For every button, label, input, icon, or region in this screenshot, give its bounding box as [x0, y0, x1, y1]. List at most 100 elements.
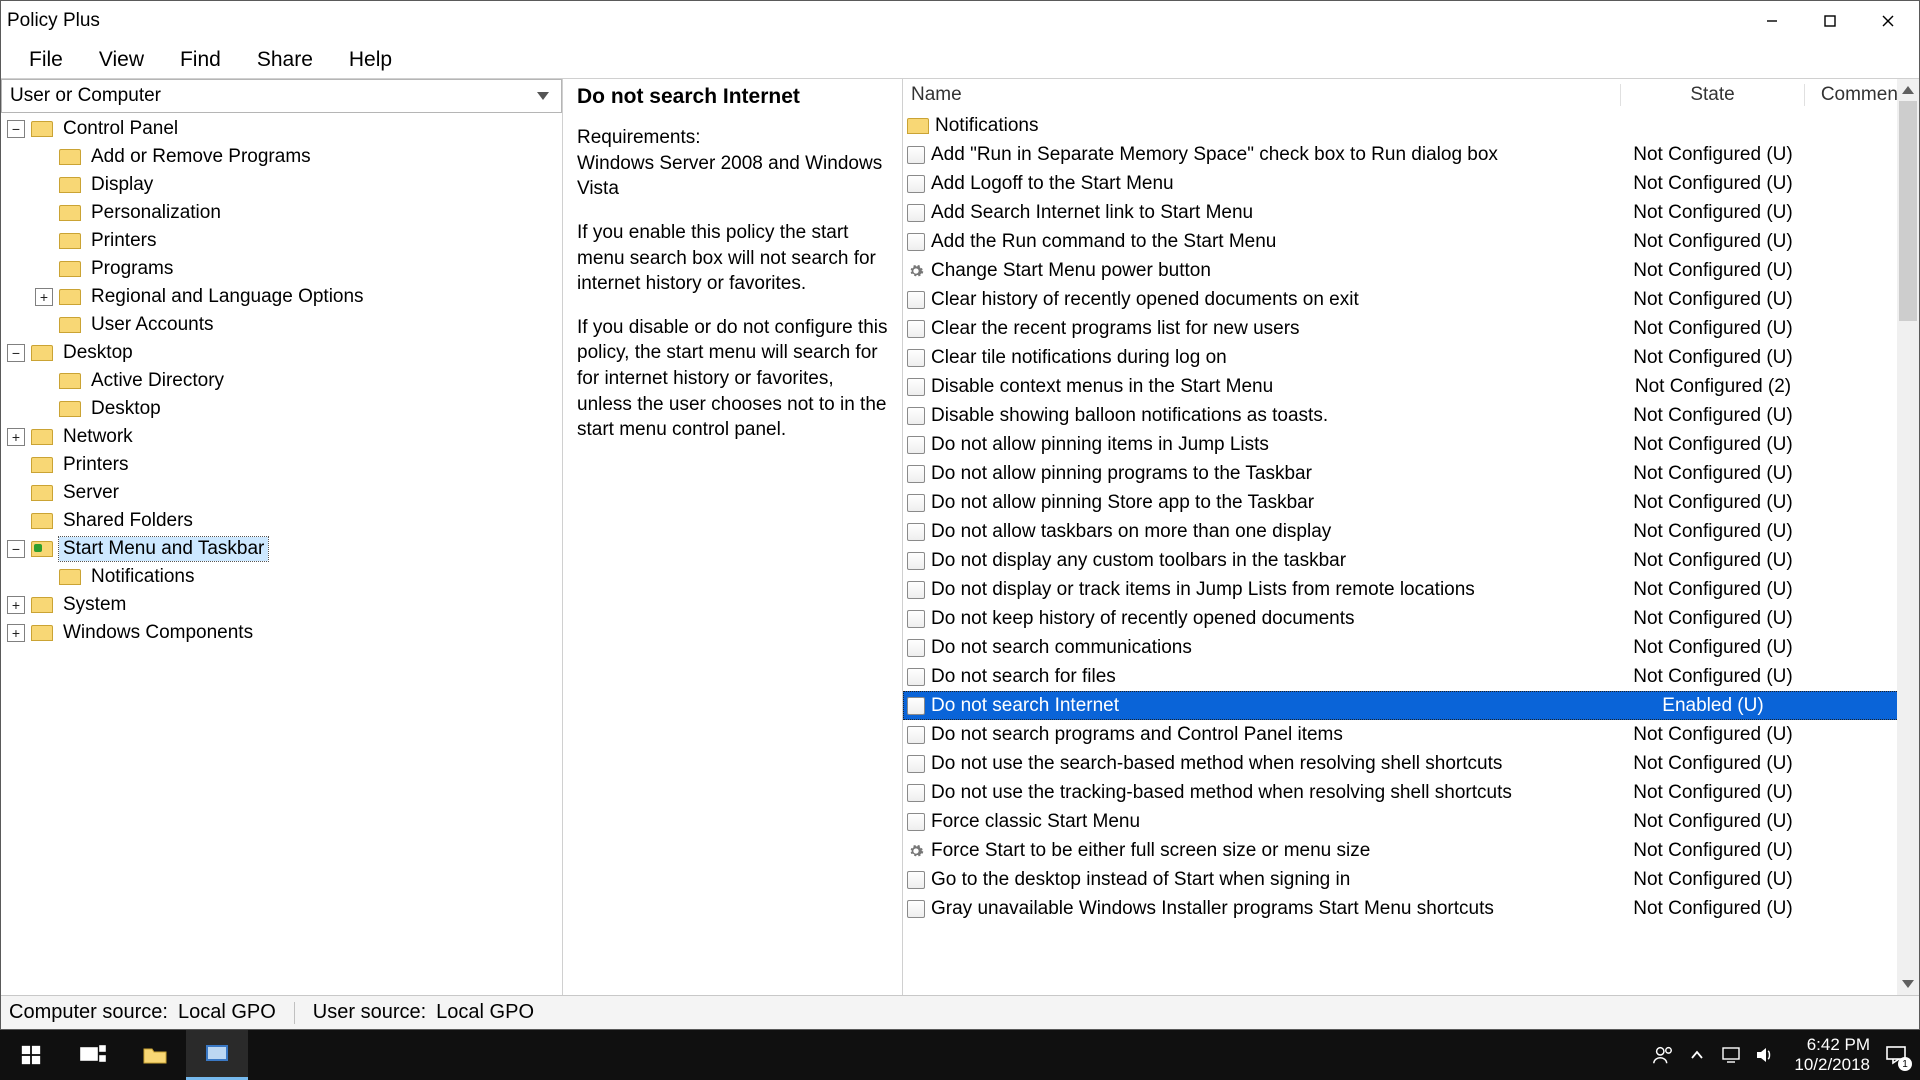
- policy-row[interactable]: Force Start to be either full screen siz…: [903, 836, 1919, 865]
- scroll-thumb[interactable]: [1899, 101, 1917, 321]
- tree-printers[interactable]: Printers: [1, 451, 563, 479]
- minimize-button[interactable]: [1743, 3, 1801, 39]
- tree-expander[interactable]: −: [7, 120, 25, 138]
- menu-find[interactable]: Find: [162, 42, 239, 78]
- column-state[interactable]: State: [1621, 84, 1805, 106]
- policy-row[interactable]: Do not search for filesNot Configured (U…: [903, 662, 1919, 691]
- gear-icon: [907, 262, 925, 280]
- tree-server[interactable]: Server: [1, 479, 563, 507]
- details-title: Do not search Internet: [577, 85, 892, 109]
- policy-row[interactable]: Add Search Internet link to Start MenuNo…: [903, 198, 1919, 227]
- tray-chevron-up-icon[interactable]: [1686, 1044, 1708, 1066]
- policy-row[interactable]: Gray unavailable Windows Installer progr…: [903, 894, 1919, 923]
- policy-state: Enabled (U): [1621, 695, 1805, 717]
- network-icon[interactable]: [1720, 1044, 1742, 1066]
- policy-row[interactable]: Do not allow pinning programs to the Tas…: [903, 459, 1919, 488]
- tree-expander[interactable]: +: [35, 288, 53, 306]
- policy-row[interactable]: Add the Run command to the Start MenuNot…: [903, 227, 1919, 256]
- chevron-up-icon: [1902, 86, 1914, 94]
- tree-item[interactable]: Printers: [1, 227, 563, 255]
- tree-expander[interactable]: −: [7, 344, 25, 362]
- policy-icon: [907, 436, 925, 454]
- policy-row[interactable]: Do not display any custom toolbars in th…: [903, 546, 1919, 575]
- policy-row[interactable]: Clear tile notifications during log onNo…: [903, 343, 1919, 372]
- policy-name: Clear history of recently opened documen…: [931, 289, 1359, 311]
- policy-row[interactable]: Do not allow pinning Store app to the Ta…: [903, 488, 1919, 517]
- tree-item[interactable]: Display: [1, 171, 563, 199]
- policy-row[interactable]: Change Start Menu power buttonNot Config…: [903, 256, 1919, 285]
- window-title: Policy Plus: [7, 10, 100, 32]
- scroll-track[interactable]: [1897, 101, 1919, 973]
- policy-row[interactable]: Do not use the search-based method when …: [903, 749, 1919, 778]
- policy-row[interactable]: Do not use the tracking-based method whe…: [903, 778, 1919, 807]
- policy-row[interactable]: Do not display or track items in Jump Li…: [903, 575, 1919, 604]
- policy-row[interactable]: Do not allow pinning items in Jump Lists…: [903, 430, 1919, 459]
- policy-tree[interactable]: −Control PanelAdd or Remove ProgramsDisp…: [1, 113, 563, 649]
- tree-item[interactable]: Notifications: [1, 563, 563, 591]
- policy-row[interactable]: Go to the desktop instead of Start when …: [903, 865, 1919, 894]
- scope-dropdown[interactable]: User or Computer: [1, 79, 562, 113]
- menu-help[interactable]: Help: [331, 42, 410, 78]
- menu-view[interactable]: View: [81, 42, 162, 78]
- policy-state: Not Configured (U): [1621, 289, 1805, 311]
- policy-row[interactable]: Clear history of recently opened documen…: [903, 285, 1919, 314]
- requirements-label: Requirements:: [577, 125, 892, 151]
- policy-name: Add Search Internet link to Start Menu: [931, 202, 1253, 224]
- scroll-down-button[interactable]: [1897, 973, 1919, 995]
- volume-icon[interactable]: [1754, 1044, 1776, 1066]
- policy-list[interactable]: NotificationsAdd "Run in Separate Memory…: [903, 111, 1919, 995]
- tree-item[interactable]: +Regional and Language Options: [1, 283, 563, 311]
- list-scrollbar[interactable]: [1897, 79, 1919, 995]
- tree-expander[interactable]: +: [7, 596, 25, 614]
- folder-icon: [59, 233, 81, 249]
- action-center-button[interactable]: 1: [1882, 1041, 1910, 1069]
- policy-row[interactable]: Clear the recent programs list for new u…: [903, 314, 1919, 343]
- task-view-button[interactable]: [62, 1030, 124, 1080]
- list-folder-row[interactable]: Notifications: [903, 111, 1919, 140]
- close-button[interactable]: [1859, 3, 1917, 39]
- people-icon[interactable]: [1652, 1044, 1674, 1066]
- policy-plus-taskbar-button[interactable]: [186, 1030, 248, 1080]
- scroll-up-button[interactable]: [1897, 79, 1919, 101]
- policy-row[interactable]: Do not search programs and Control Panel…: [903, 720, 1919, 749]
- policy-row[interactable]: Add "Run in Separate Memory Space" check…: [903, 140, 1919, 169]
- policy-row[interactable]: Do not allow taskbars on more than one d…: [903, 517, 1919, 546]
- policy-row[interactable]: Disable showing balloon notifications as…: [903, 401, 1919, 430]
- tree-control-panel[interactable]: −Control Panel: [1, 115, 563, 143]
- maximize-button[interactable]: [1801, 3, 1859, 39]
- taskbar-date: 10/2/2018: [1794, 1055, 1870, 1075]
- tree-item[interactable]: Personalization: [1, 199, 563, 227]
- tree-system[interactable]: +System: [1, 591, 563, 619]
- policy-name: Gray unavailable Windows Installer progr…: [931, 898, 1494, 920]
- tree-desktop[interactable]: −Desktop: [1, 339, 563, 367]
- policy-row[interactable]: Do not search communicationsNot Configur…: [903, 633, 1919, 662]
- policy-row[interactable]: Add Logoff to the Start MenuNot Configur…: [903, 169, 1919, 198]
- tree-item[interactable]: Programs: [1, 255, 563, 283]
- taskbar-clock[interactable]: 6:42 PM 10/2/2018: [1788, 1035, 1870, 1074]
- start-button[interactable]: [0, 1030, 62, 1080]
- tree-item[interactable]: Add or Remove Programs: [1, 143, 563, 171]
- tree-network[interactable]: +Network: [1, 423, 563, 451]
- tree-expander[interactable]: −: [7, 540, 25, 558]
- menu-file[interactable]: File: [11, 42, 81, 78]
- policy-row[interactable]: Do not search InternetEnabled (U): [903, 691, 1919, 720]
- tree-item[interactable]: Active Directory: [1, 367, 563, 395]
- tree-shared-folders[interactable]: Shared Folders: [1, 507, 563, 535]
- policy-row[interactable]: Disable context menus in the Start MenuN…: [903, 372, 1919, 401]
- tree-start-menu-and-taskbar[interactable]: −Start Menu and Taskbar: [1, 535, 563, 563]
- user-source-value: Local GPO: [436, 1001, 534, 1024]
- file-explorer-button[interactable]: [124, 1030, 186, 1080]
- policy-row[interactable]: Do not keep history of recently opened d…: [903, 604, 1919, 633]
- statusbar-separator: [294, 1002, 295, 1024]
- tree-item[interactable]: Desktop: [1, 395, 563, 423]
- folder-icon: [31, 429, 53, 445]
- tree-item[interactable]: User Accounts: [1, 311, 563, 339]
- tree-expander[interactable]: +: [7, 428, 25, 446]
- tree-expander[interactable]: +: [7, 624, 25, 642]
- tree-windows-components[interactable]: +Windows Components: [1, 619, 563, 647]
- policy-name: Do not allow pinning items in Jump Lists: [931, 434, 1269, 456]
- menu-share[interactable]: Share: [239, 42, 331, 78]
- policy-row[interactable]: Force classic Start MenuNot Configured (…: [903, 807, 1919, 836]
- computer-source-label: Computer source:: [9, 1001, 168, 1024]
- column-name[interactable]: Name: [903, 84, 1621, 106]
